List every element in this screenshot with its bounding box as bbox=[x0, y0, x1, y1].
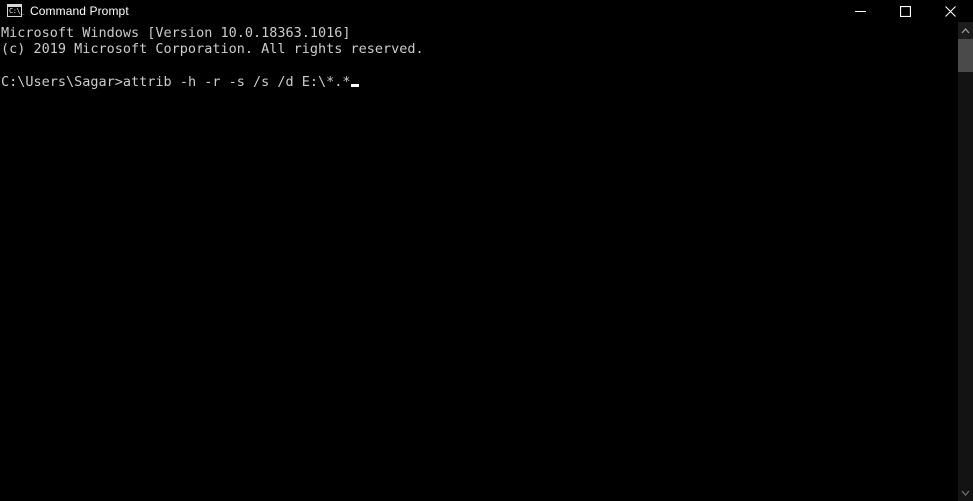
window-title: Command Prompt bbox=[30, 4, 129, 18]
maximize-icon bbox=[900, 5, 911, 17]
scrollbar-track[interactable] bbox=[958, 72, 973, 484]
console-icon-glyph: C:\_ bbox=[9, 7, 24, 15]
minimize-icon bbox=[855, 10, 866, 12]
console-icon: C:\_ bbox=[7, 3, 24, 19]
terminal-line: Microsoft Windows [Version 10.0.18363.10… bbox=[1, 25, 351, 41]
scrollbar-thumb[interactable] bbox=[958, 39, 973, 72]
close-button[interactable] bbox=[928, 0, 973, 22]
scroll-down-button[interactable] bbox=[958, 484, 973, 501]
maximize-button[interactable] bbox=[883, 0, 928, 22]
command-input-text[interactable]: attrib -h -r -s /s /d E:\*.* bbox=[123, 74, 351, 90]
text-cursor bbox=[350, 84, 359, 87]
command-prompt-window: C:\_ Command Prompt Microsoft Windows [V… bbox=[0, 0, 973, 501]
terminal-line: (c) 2019 Microsoft Corporation. All righ… bbox=[1, 41, 424, 57]
window-controls bbox=[838, 0, 973, 22]
scroll-up-button[interactable] bbox=[958, 22, 973, 39]
chevron-down-icon bbox=[961, 490, 970, 496]
terminal-output-area[interactable]: Microsoft Windows [Version 10.0.18363.10… bbox=[0, 22, 958, 501]
title-bar[interactable]: C:\_ Command Prompt bbox=[0, 0, 973, 22]
close-icon bbox=[945, 5, 956, 17]
minimize-button[interactable] bbox=[838, 0, 883, 22]
chevron-up-icon bbox=[961, 27, 970, 33]
terminal-prompt-line: C:\Users\Sagar>attrib -h -r -s /s /d E:\… bbox=[1, 73, 958, 90]
vertical-scrollbar[interactable] bbox=[958, 22, 973, 501]
prompt-path: C:\Users\Sagar> bbox=[1, 74, 123, 90]
